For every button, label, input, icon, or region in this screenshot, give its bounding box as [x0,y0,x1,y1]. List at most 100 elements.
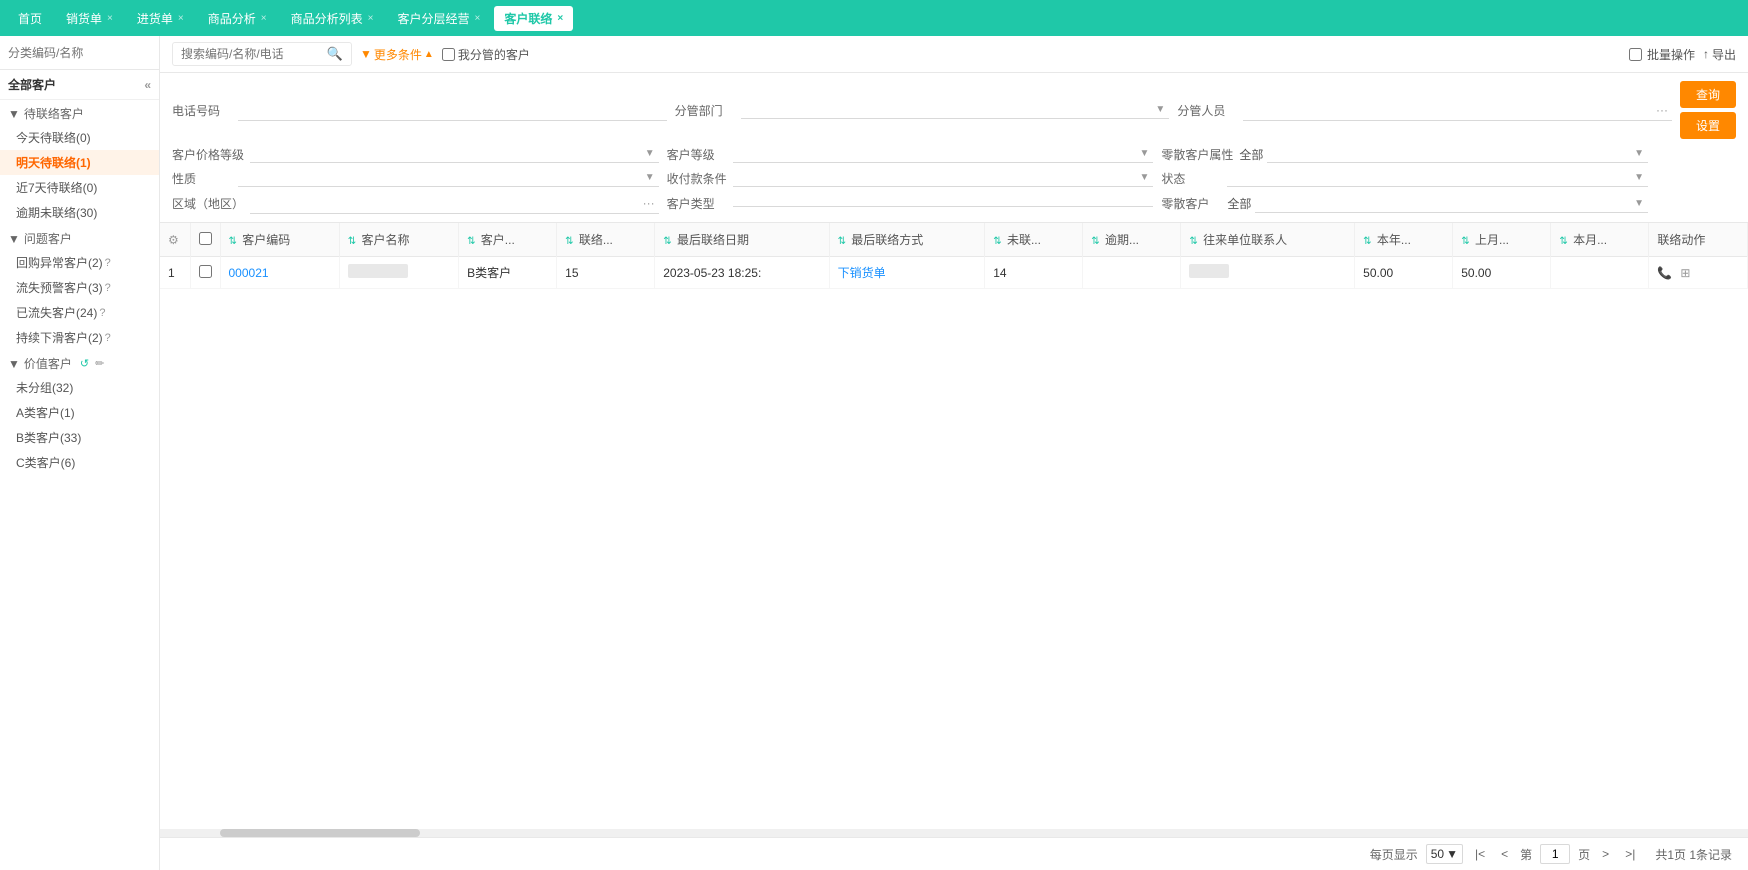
sidebar-item-churn-warning[interactable]: 流失预警客户(3) ? [0,275,159,300]
sidebar-item-repurchase-abnormal[interactable]: 回购异常客户(2) ? [0,250,159,275]
more-conditions-btn[interactable]: ▼ 更多条件 ▲ [360,46,434,63]
sidebar-group-arrow-value: ▼ [8,357,20,371]
sidebar-item-declining[interactable]: 持续下滑客户(2) ? [0,325,159,350]
sidebar-item-today-contact[interactable]: 今天待联络(0) [0,125,159,150]
customer-level-label: 客户等级 [667,146,727,163]
col-overdue: ⇅ 逾期... [1083,223,1181,257]
sidebar-all-customers[interactable]: 全部客户 « [0,70,159,100]
phone-action-icon[interactable]: 📞 [1657,266,1672,280]
close-product-list-icon[interactable]: × [368,13,374,24]
horizontal-scrollbar[interactable] [160,829,1748,837]
sidebar-group-pending-label: 待联络客户 [24,105,84,122]
customer-level-select[interactable]: ▼ [733,145,1154,163]
sidebar-search-input[interactable] [8,46,160,60]
nav-customer-contact[interactable]: 客户联络 × [494,6,573,31]
cell-contact-person [1181,257,1355,289]
retail-customer-container: 全部 ▼ [1227,195,1648,213]
cell-last-method[interactable]: 下销货单 [829,257,985,289]
sidebar-group-problem: ▼ 问题客户 [0,225,159,250]
batch-check[interactable] [1629,48,1642,61]
sort-icon-name: ⇅ [348,236,356,247]
nav-product-analysis[interactable]: 商品分析 × [198,6,277,31]
sidebar-group-arrow-problem: ▼ [8,232,20,246]
status-arrow: ▼ [1634,172,1644,183]
page-number-input[interactable] [1540,844,1570,864]
nav-customer-tier[interactable]: 客户分层经营 × [387,6,490,31]
value-refresh-icon[interactable]: ↺ [80,357,89,370]
cell-code[interactable]: 000021 [220,257,339,289]
content-area: 🔍 ▼ 更多条件 ▲ 我分管的客户 批量操作 ↑ 导出 [160,36,1748,870]
close-customer-contact-icon[interactable]: × [557,13,563,24]
nav-product-analysis-list[interactable]: 商品分析列表 × [281,6,384,31]
top-navigation: 首页 销货单 × 进货单 × 商品分析 × 商品分析列表 × 客户分层经营 × … [0,0,1748,36]
cell-name[interactable] [339,257,458,289]
value-edit-icon[interactable]: ✏ [95,357,104,370]
sidebar-item-ungrouped[interactable]: 未分组(32) [0,375,159,400]
filter-payment: 收付款条件 ▼ [667,169,1154,187]
nav-home[interactable]: 首页 [8,6,52,31]
all-customers-label: 全部客户 [8,76,56,93]
main-search-input[interactable] [181,47,327,61]
sidebar-item-churned[interactable]: 已流失客户(24) ? [0,300,159,325]
sidebar-item-tomorrow-contact[interactable]: 明天待联络(1) [0,150,159,175]
sidebar-item-class-c[interactable]: C类客户(6) [0,450,159,475]
set-button[interactable]: 设置 [1680,112,1736,139]
close-purchase-icon[interactable]: × [178,13,184,24]
last-page-btn[interactable]: >| [1621,845,1639,863]
col-this-year: ⇅ 本年... [1355,223,1453,257]
filter-retail-attr: 零散客户属性 全部 ▼ [1161,145,1648,163]
first-page-btn[interactable]: |< [1471,845,1489,863]
cell-type: B类客户 [459,257,557,289]
prev-page-btn[interactable]: < [1497,845,1512,863]
sidebar-item-overdue-contact[interactable]: 逾期未联络(30) [0,200,159,225]
main-search-icon[interactable]: 🔍 [327,46,343,62]
sort-icon-code: ⇅ [229,236,237,247]
filter-status: 状态 ▼ [1161,169,1648,187]
last-method-link[interactable]: 下销货单 [838,266,886,280]
my-customers-checkbox[interactable]: 我分管的客户 [442,46,530,63]
nature-select[interactable]: ▼ [238,169,659,187]
pagination-bar: 每页显示 50 ▼ |< < 第 页 > >| 共1页 1条记录 [160,837,1748,870]
cell-index: 1 [160,257,190,289]
status-select[interactable]: ▼ [1227,169,1648,187]
close-sales-icon[interactable]: × [107,13,113,24]
filter-row-2: 客户价格等级 ▼ 客户等级 ▼ 零散客户属性 全部 [172,145,1736,163]
sort-icon-last-month: ⇅ [1461,236,1469,247]
nature-arrow: ▼ [645,172,655,183]
export-btn[interactable]: ↑ 导出 [1703,46,1736,63]
close-customer-tier-icon[interactable]: × [474,13,480,24]
customer-type-select[interactable] [733,200,1154,207]
dept-select[interactable]: ▼ [741,101,1170,119]
batch-operation-btn[interactable]: 批量操作 [1629,46,1695,63]
help-icon-1: ? [105,257,111,269]
filter-region: 区域（地区） ··· [172,193,659,214]
table-row: 1 000021 B类客户 15 2023-05-23 18:25: 下销货单 [160,257,1748,289]
scrollbar-thumb[interactable] [220,829,420,837]
close-product-analysis-icon[interactable]: × [261,13,267,24]
page-size-select[interactable]: 50 ▼ [1426,844,1463,864]
cell-uncontacted: 14 [985,257,1083,289]
phone-input[interactable] [238,100,667,121]
price-level-select[interactable]: ▼ [250,145,659,163]
payment-select[interactable]: ▼ [733,169,1154,187]
sidebar-item-7days-contact[interactable]: 近7天待联络(0) [0,175,159,200]
gear-icon[interactable]: ⚙ [168,233,179,247]
nav-purchase[interactable]: 进货单 × [127,6,194,31]
row-checkbox[interactable] [199,265,212,278]
select-all-checkbox[interactable] [199,232,212,245]
next-page-btn[interactable]: > [1598,845,1613,863]
col-contact-count: ⇅ 联络... [557,223,655,257]
sidebar-item-class-a[interactable]: A类客户(1) [0,400,159,425]
manager-select[interactable]: ··· [1243,100,1672,121]
qr-action-icon[interactable]: ⊞ [1680,266,1690,280]
retail-customer-select[interactable]: ▼ [1255,195,1648,213]
retail-attr-select[interactable]: ▼ [1267,145,1648,163]
query-button[interactable]: 查询 [1680,81,1736,108]
my-customers-check[interactable] [442,48,455,61]
nav-sales[interactable]: 销货单 × [56,6,123,31]
action-icons-container: 📞 ⊞ [1657,266,1739,280]
col-actions: 联络动作 [1649,223,1748,257]
region-select[interactable]: ··· [250,193,659,214]
sidebar-item-class-b[interactable]: B类客户(33) [0,425,159,450]
col-gear: ⚙ [160,223,190,257]
